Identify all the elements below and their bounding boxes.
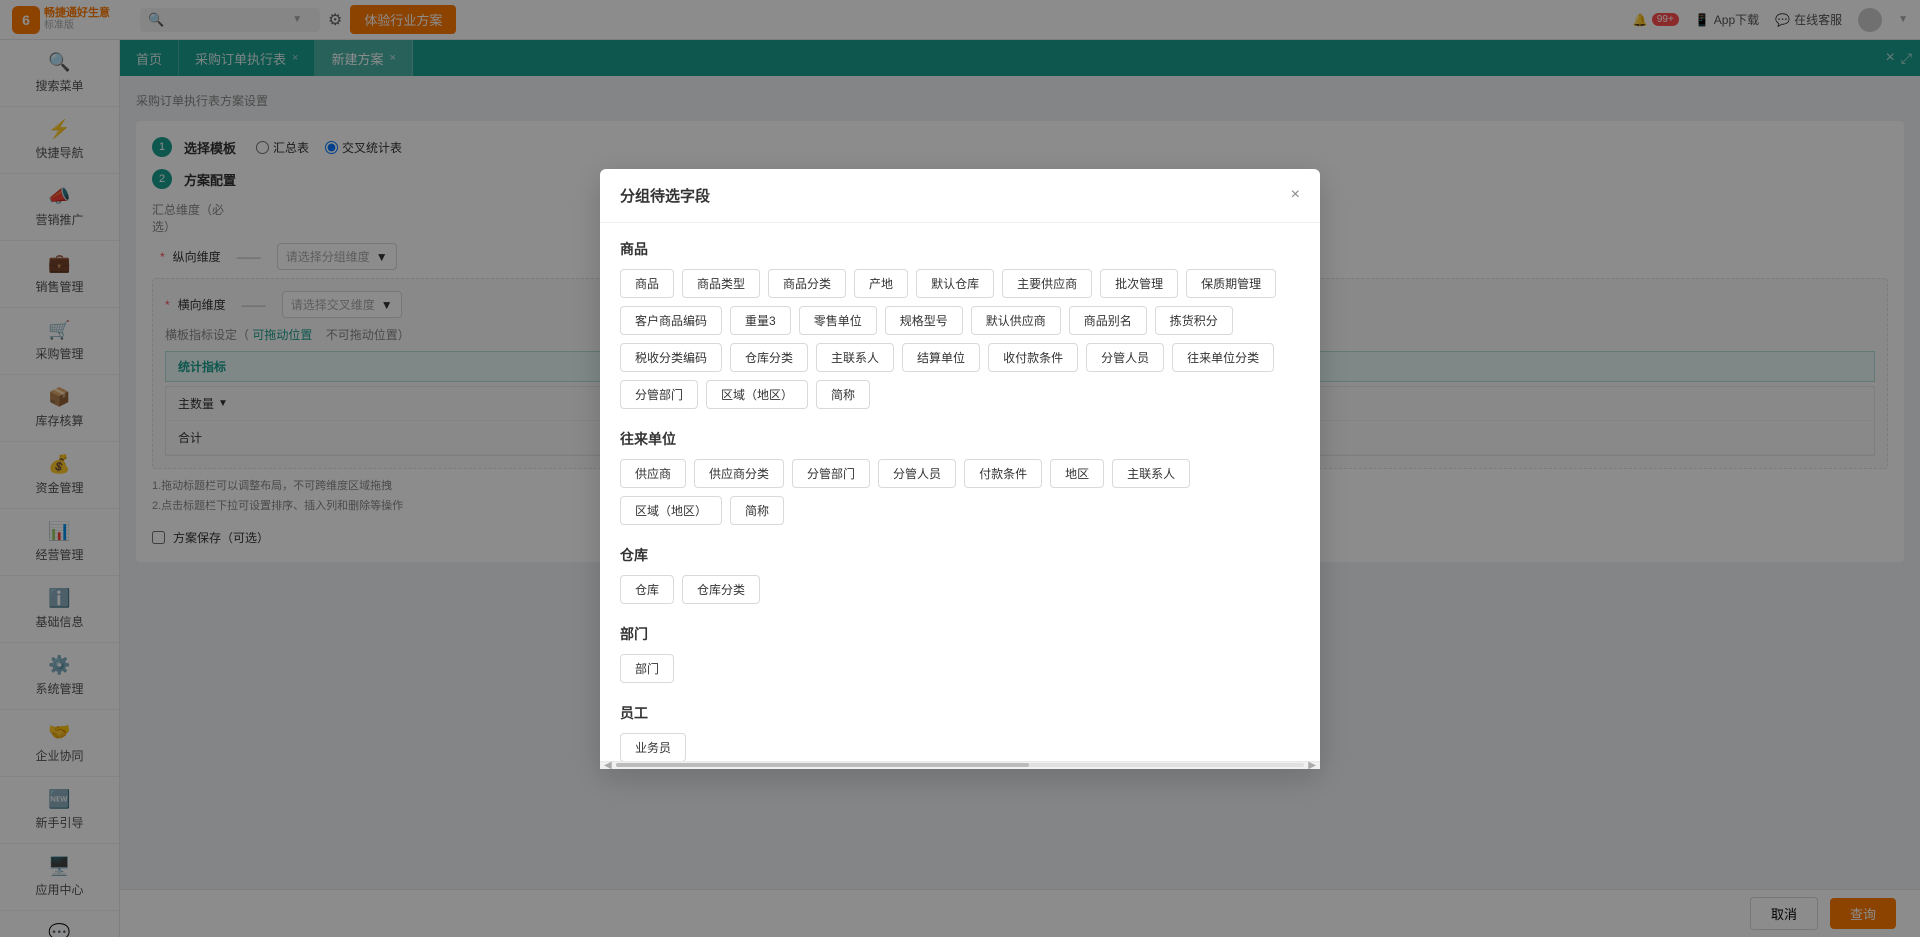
field-group-title-2: 仓库 <box>620 545 1300 565</box>
field-group-title-1: 往来单位 <box>620 429 1300 449</box>
field-tag-0-17[interactable]: 主联系人 <box>816 343 894 372</box>
field-tag-1-2[interactable]: 分管部门 <box>792 459 870 488</box>
field-tag-0-12[interactable]: 默认供应商 <box>971 306 1061 335</box>
field-tags-1: 供应商供应商分类分管部门分管人员付款条件地区主联系人区域（地区） 简称 <box>620 459 1300 525</box>
field-tag-1-4[interactable]: 付款条件 <box>964 459 1042 488</box>
field-tag-0-20[interactable]: 分管人员 <box>1086 343 1164 372</box>
field-group-title-3: 部门 <box>620 624 1300 644</box>
field-tag-0-22[interactable]: 分管部门 <box>620 380 698 409</box>
field-tag-2-0[interactable]: 仓库 <box>620 575 674 604</box>
field-tag-0-14[interactable]: 拣货积分 <box>1155 306 1233 335</box>
modal-scroll-bar: ◀ ▶ <box>600 761 1320 769</box>
field-tag-0-21[interactable]: 往来单位分类 <box>1172 343 1274 372</box>
field-group-title-4: 员工 <box>620 703 1300 723</box>
field-tags-0: 商品商品类型商品分类产地默认仓库主要供应商批次管理保质期管理客户商品编码重量3 零… <box>620 269 1300 409</box>
modal-header: 分组待选字段 × <box>600 169 1320 223</box>
field-tag-4-0[interactable]: 业务员 <box>620 733 686 761</box>
field-tag-0-2[interactable]: 商品分类 <box>768 269 846 298</box>
modal-close-button[interactable]: × <box>1291 186 1300 204</box>
field-tags-3: 部门 <box>620 654 1300 683</box>
modal-scroll-track[interactable] <box>616 763 1305 767</box>
field-tag-1-3[interactable]: 分管人员 <box>878 459 956 488</box>
modal-scroll-thumb <box>616 763 1029 767</box>
field-tags-2: 仓库仓库分类 <box>620 575 1300 604</box>
field-tag-0-9[interactable]: 重量3 <box>730 306 791 335</box>
field-tags-4: 业务员 <box>620 733 1300 761</box>
field-tag-3-0[interactable]: 部门 <box>620 654 674 683</box>
field-tag-1-0[interactable]: 供应商 <box>620 459 686 488</box>
field-group-1: 往来单位供应商供应商分类分管部门分管人员付款条件地区主联系人区域（地区） 简称 <box>620 429 1300 525</box>
modal-overlay: 分组待选字段 × 商品商品商品类型商品分类产地默认仓库主要供应商批次管理保质期管… <box>0 0 1920 937</box>
field-tag-0-4[interactable]: 默认仓库 <box>916 269 994 298</box>
field-tag-1-7[interactable]: 区域（地区） <box>620 496 722 525</box>
field-tag-0-5[interactable]: 主要供应商 <box>1002 269 1092 298</box>
field-tag-0-1[interactable]: 商品类型 <box>682 269 760 298</box>
field-tag-1-1[interactable]: 供应商分类 <box>694 459 784 488</box>
field-tag-0-11[interactable]: 规格型号 <box>885 306 963 335</box>
field-group-title-0: 商品 <box>620 239 1300 259</box>
field-tag-0-23[interactable]: 区域（地区） <box>706 380 808 409</box>
field-group-3: 部门部门 <box>620 624 1300 683</box>
field-tag-0-18[interactable]: 结算单位 <box>902 343 980 372</box>
field-tag-0-15[interactable]: 税收分类编码 <box>620 343 722 372</box>
field-tag-0-8[interactable]: 客户商品编码 <box>620 306 722 335</box>
field-tag-1-8[interactable]: 简称 <box>730 496 784 525</box>
field-tag-0-0[interactable]: 商品 <box>620 269 674 298</box>
field-group-4: 员工业务员 <box>620 703 1300 761</box>
modal: 分组待选字段 × 商品商品商品类型商品分类产地默认仓库主要供应商批次管理保质期管… <box>600 169 1320 769</box>
field-tag-0-19[interactable]: 收付款条件 <box>988 343 1078 372</box>
field-tag-0-7[interactable]: 保质期管理 <box>1186 269 1276 298</box>
field-tag-0-24[interactable]: 简称 <box>816 380 870 409</box>
field-tag-0-6[interactable]: 批次管理 <box>1100 269 1178 298</box>
field-tag-1-6[interactable]: 主联系人 <box>1112 459 1190 488</box>
field-tag-0-13[interactable]: 商品别名 <box>1069 306 1147 335</box>
field-tag-0-3[interactable]: 产地 <box>854 269 908 298</box>
field-tag-0-10[interactable]: 零售单位 <box>799 306 877 335</box>
modal-body: 商品商品商品类型商品分类产地默认仓库主要供应商批次管理保质期管理客户商品编码重量… <box>600 223 1320 761</box>
field-group-2: 仓库仓库仓库分类 <box>620 545 1300 604</box>
field-tag-1-5[interactable]: 地区 <box>1050 459 1104 488</box>
field-tag-2-1[interactable]: 仓库分类 <box>682 575 760 604</box>
modal-title: 分组待选字段 <box>620 185 710 206</box>
field-group-0: 商品商品商品类型商品分类产地默认仓库主要供应商批次管理保质期管理客户商品编码重量… <box>620 239 1300 409</box>
field-tag-0-16[interactable]: 仓库分类 <box>730 343 808 372</box>
